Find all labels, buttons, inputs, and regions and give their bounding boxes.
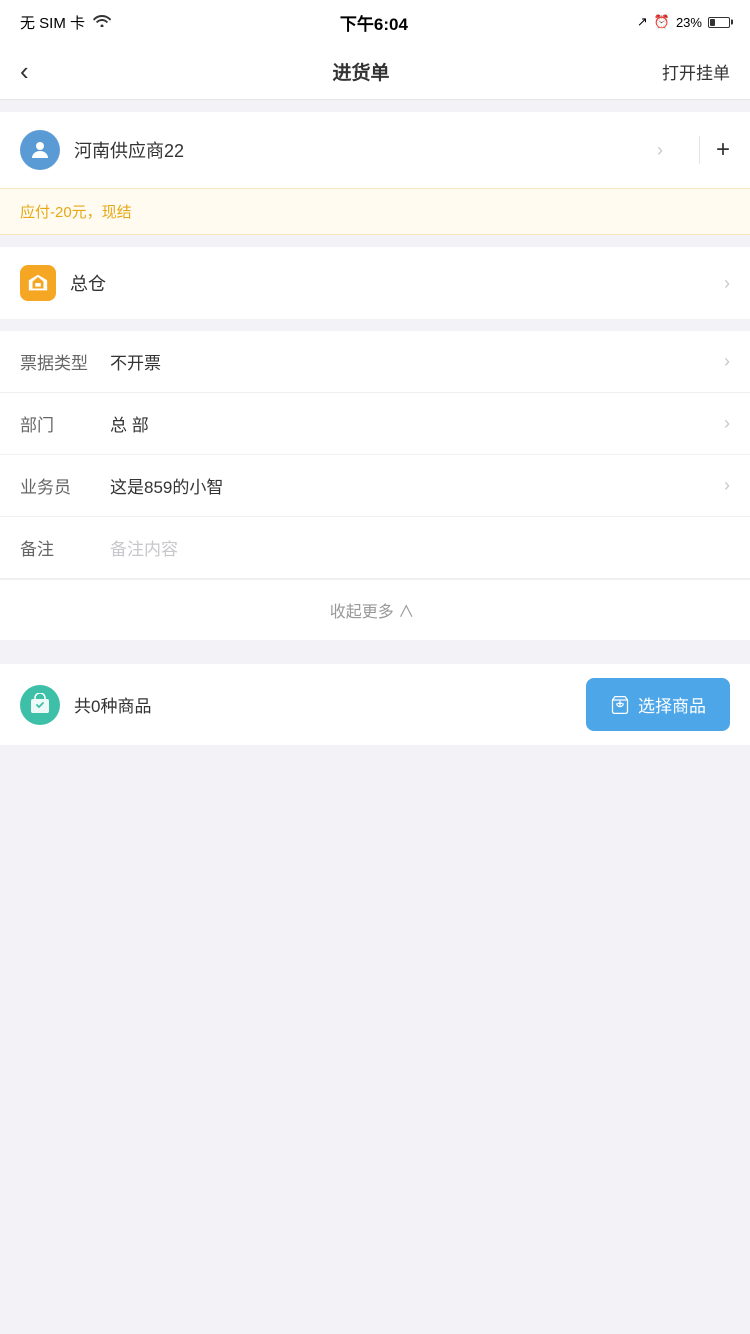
wifi-icon: [93, 13, 111, 31]
status-right: ↗ ⏰ 23%: [637, 14, 730, 30]
status-left: 无 SIM 卡: [20, 12, 111, 33]
product-icon: [20, 685, 60, 725]
salesperson-value: 这是859的小智: [110, 473, 724, 498]
status-bar: 无 SIM 卡 下午6:04 ↗ ⏰ 23%: [0, 0, 750, 44]
salesperson-chevron-icon: ›: [724, 475, 730, 496]
select-product-button[interactable]: 选择商品: [586, 678, 730, 731]
gap-4: [0, 640, 750, 652]
department-row[interactable]: 部门 总 部 ›: [0, 393, 750, 455]
supplier-avatar: [20, 130, 60, 170]
salesperson-row[interactable]: 业务员 这是859的小智 ›: [0, 455, 750, 517]
divider: [699, 136, 700, 164]
invoice-type-label: 票据类型: [20, 349, 110, 374]
department-chevron-icon: ›: [724, 413, 730, 434]
sim-label: 无 SIM 卡: [20, 12, 85, 33]
location-icon: ↗: [637, 14, 648, 30]
collapse-button[interactable]: 收起更多 ∧: [0, 579, 750, 640]
select-btn-label: 选择商品: [638, 692, 706, 717]
gap-1: [0, 100, 750, 112]
battery-percent: 23%: [676, 15, 702, 30]
cart-icon: [610, 695, 630, 715]
collapse-label: 收起更多 ∧: [330, 598, 414, 622]
warehouse-name: 总仓: [70, 270, 724, 296]
supplier-chevron-icon: ›: [657, 140, 663, 161]
gap-3: [0, 319, 750, 331]
open-pending-button[interactable]: 打开挂单: [662, 59, 730, 84]
invoice-type-chevron-icon: ›: [724, 351, 730, 372]
supplier-row[interactable]: 河南供应商22 › +: [0, 112, 750, 188]
nav-bar: ‹ 进货单 打开挂单: [0, 44, 750, 100]
gap-2: [0, 235, 750, 247]
supplier-name: 河南供应商22: [74, 137, 657, 163]
warehouse-icon: [20, 265, 56, 301]
bottom-bar: 共0种商品 选择商品: [0, 664, 750, 745]
form-section: 票据类型 不开票 › 部门 总 部 › 业务员 这是859的小智 › 备注 备注…: [0, 331, 750, 640]
salesperson-label: 业务员: [20, 473, 110, 498]
alarm-icon: ⏰: [654, 14, 670, 30]
remark-input[interactable]: 备注内容: [110, 535, 730, 560]
page-title: 进货单: [332, 58, 389, 85]
warehouse-section: 总仓 ›: [0, 247, 750, 319]
battery-icon: [708, 17, 730, 28]
invoice-type-value: 不开票: [110, 349, 724, 374]
product-count: 共0种商品: [74, 692, 586, 717]
department-value: 总 部: [110, 411, 724, 436]
remark-row[interactable]: 备注 备注内容: [0, 517, 750, 579]
department-label: 部门: [20, 411, 110, 436]
warehouse-chevron-icon: ›: [724, 273, 730, 294]
back-button[interactable]: ‹: [20, 56, 60, 87]
status-time: 下午6:04: [340, 10, 408, 35]
warehouse-row[interactable]: 总仓 ›: [0, 247, 750, 319]
supplier-section: 河南供应商22 › + 应付-20元，现结: [0, 112, 750, 235]
remark-label: 备注: [20, 535, 110, 560]
invoice-type-row[interactable]: 票据类型 不开票 ›: [0, 331, 750, 393]
notice-text: 应付-20元，现结: [20, 204, 132, 221]
add-supplier-button[interactable]: +: [716, 136, 730, 164]
notice-bar: 应付-20元，现结: [0, 188, 750, 235]
